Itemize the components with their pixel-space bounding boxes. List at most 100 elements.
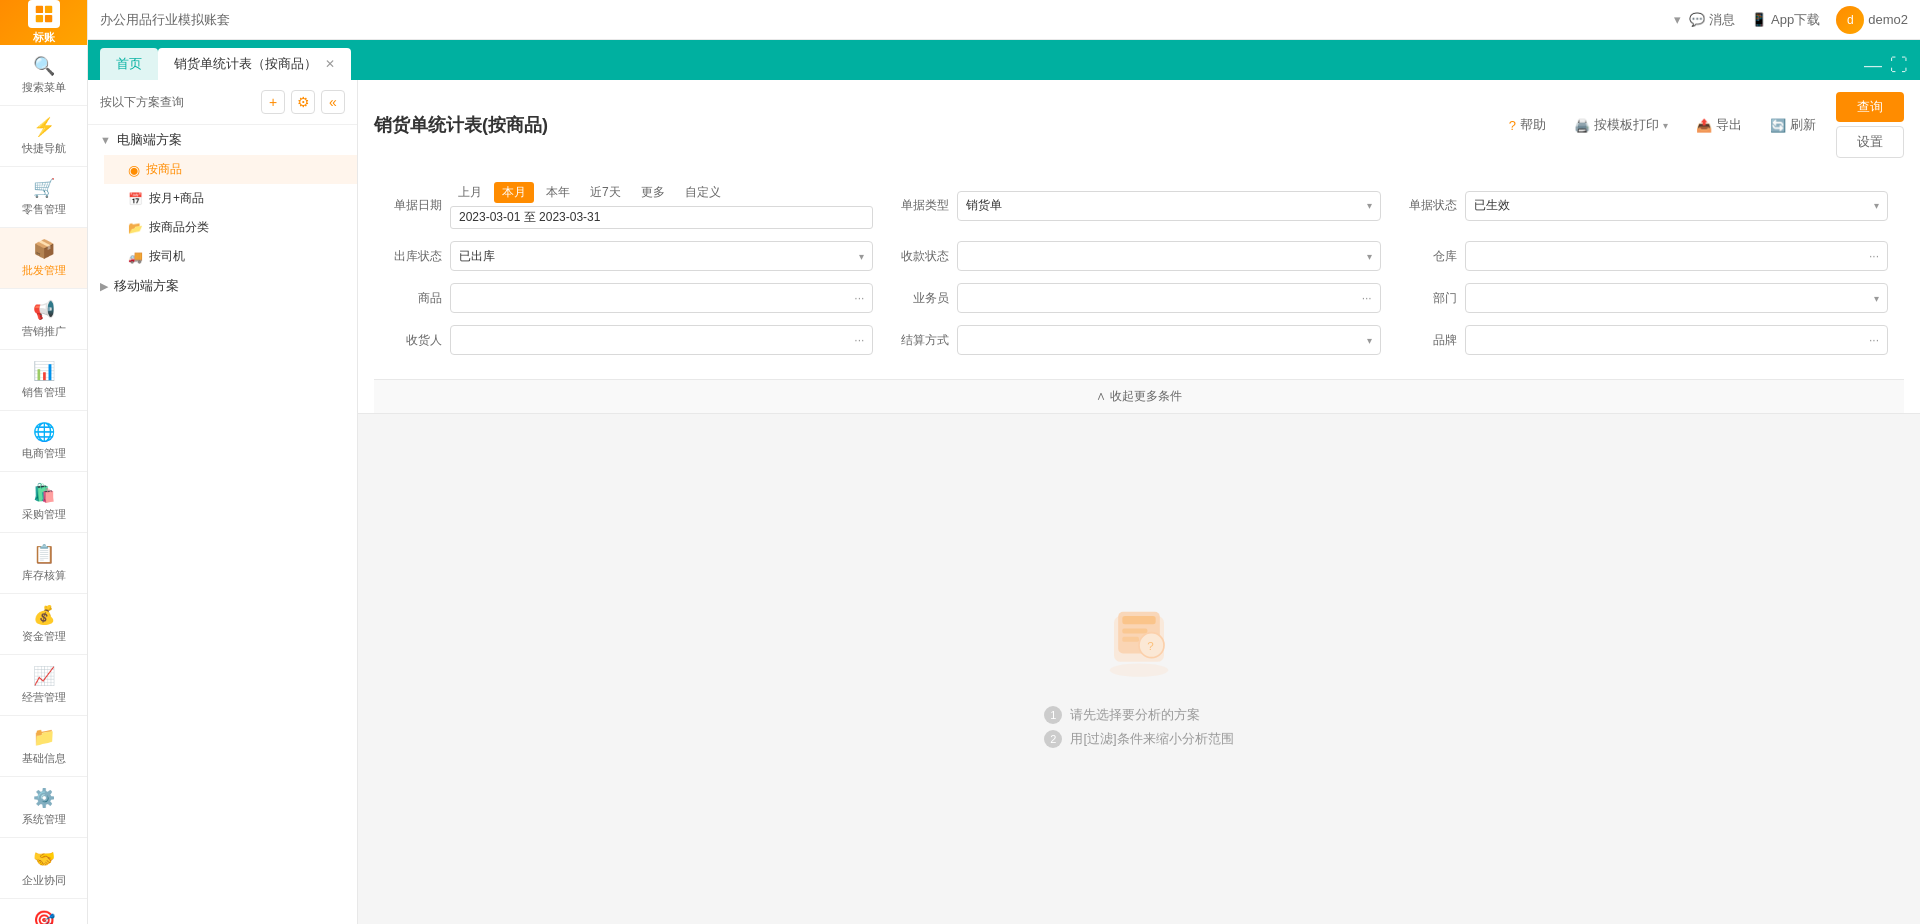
delivery-dropdown[interactable]: 已出库 ▾ xyxy=(450,241,873,271)
svg-rect-7 xyxy=(1122,616,1155,624)
tab-home-label: 首页 xyxy=(116,55,142,73)
warehouse-dots-icon[interactable]: ··· xyxy=(1869,249,1879,263)
warehouse-label: 仓库 xyxy=(1405,248,1465,265)
settings-button[interactable]: 设置 xyxy=(1836,126,1904,158)
printer-icon: 🚚 xyxy=(128,250,143,264)
tab-sales-stat[interactable]: 销货单统计表（按商品） ✕ xyxy=(158,48,351,80)
print-dropdown-icon: ▾ xyxy=(1663,120,1668,131)
print-button[interactable]: 🖨️ 按模板打印 ▾ xyxy=(1566,112,1676,138)
settings-scheme-button[interactable]: ⚙ xyxy=(291,90,315,114)
sidebar-item-system[interactable]: ⚙️ 系统管理 xyxy=(0,777,87,838)
goods-dots-icon[interactable]: ··· xyxy=(854,291,864,305)
add-scheme-button[interactable]: + xyxy=(261,90,285,114)
date-range-display[interactable]: 2023-03-01 至 2023-03-31 xyxy=(450,206,873,229)
dropdown-arrow-icon[interactable]: ▾ xyxy=(1674,12,1681,27)
topbar-actions: 💬 消息 📱 App下载 d demo2 xyxy=(1689,6,1908,34)
tree-item-by-goods[interactable]: ◉ 按商品 xyxy=(104,155,357,184)
app-download-button[interactable]: 📱 App下载 xyxy=(1751,11,1820,29)
empty-tip-2: 2 用[过滤]条件来缩小分析范围 xyxy=(1044,730,1233,748)
date-tab-7days[interactable]: 近7天 xyxy=(582,182,629,203)
sidebar-item-finance-label: 资金管理 xyxy=(22,629,66,644)
bill-status-dropdown[interactable]: 已生效 ▾ xyxy=(1465,191,1888,221)
filter-brand: 品牌 ··· xyxy=(1405,325,1888,355)
brand-dropdown[interactable]: ··· xyxy=(1465,325,1888,355)
tab-home[interactable]: 首页 xyxy=(100,48,158,80)
tree-item-by-goods-cat[interactable]: 📂 按商品分类 xyxy=(104,213,357,242)
refresh-button[interactable]: 🔄 刷新 xyxy=(1762,112,1824,138)
help-icon: ? xyxy=(1509,118,1516,133)
tip-text-2: 用[过滤]条件来缩小分析范围 xyxy=(1070,730,1233,748)
sidebar-item-marketing[interactable]: 📢 营销推广 xyxy=(0,289,87,350)
warehouse-dropdown[interactable]: ··· xyxy=(1465,241,1888,271)
staff-dots-icon[interactable]: ··· xyxy=(1362,291,1372,305)
tree-item-by-printer[interactable]: 🚚 按司机 xyxy=(104,242,357,271)
brand-dots-icon[interactable]: ··· xyxy=(1869,333,1879,347)
filter-area: 单据日期 上月 本月 本年 近7天 更多 自定义 20 xyxy=(374,170,1904,379)
sidebar-item-search-menu[interactable]: 🔍 搜索菜单 xyxy=(0,45,87,106)
staff-dropdown[interactable]: ··· xyxy=(957,283,1380,313)
dept-dropdown[interactable]: ▾ xyxy=(1465,283,1888,313)
payment-method-dropdown[interactable]: ▾ xyxy=(957,325,1380,355)
sidebar-item-wholesale-label: 批发管理 xyxy=(22,263,66,278)
svg-rect-9 xyxy=(1122,636,1139,641)
bill-type-dropdown[interactable]: 销货单 ▾ xyxy=(957,191,1380,221)
tip-num-2: 2 xyxy=(1044,730,1062,748)
receiver-dots-icon[interactable]: ··· xyxy=(854,333,864,347)
date-tab-this-year[interactable]: 本年 xyxy=(538,182,578,203)
filter-staff: 业务员 ··· xyxy=(897,283,1380,313)
payment-label: 收款状态 xyxy=(897,248,957,265)
filter-receiver: 收货人 ··· xyxy=(390,325,873,355)
sidebar-item-finance[interactable]: 💰 资金管理 xyxy=(0,594,87,655)
sidebar-item-retail[interactable]: 🛒 零售管理 xyxy=(0,167,87,228)
sidebar-item-ecommerce[interactable]: 🌐 电商管理 xyxy=(0,411,87,472)
receiver-dropdown[interactable]: ··· xyxy=(450,325,873,355)
finance-icon: 💰 xyxy=(33,604,55,626)
tree-mobile-section[interactable]: ▶ 移动端方案 xyxy=(88,271,357,301)
sidebar-item-purchase[interactable]: 🛍️ 采购管理 xyxy=(0,472,87,533)
svg-rect-2 xyxy=(35,15,42,22)
sidebar-item-guide[interactable]: 🎯 新手引导 xyxy=(0,899,87,924)
message-button[interactable]: 💬 消息 xyxy=(1689,11,1735,29)
filter-bill-status: 单据状态 已生效 ▾ xyxy=(1405,191,1888,221)
payment-method-label: 结算方式 xyxy=(897,332,957,349)
sidebar-item-coop[interactable]: 🤝 企业协同 xyxy=(0,838,87,899)
retail-icon: 🛒 xyxy=(33,177,55,199)
tree-pc-label: 电脑端方案 xyxy=(117,131,182,149)
collapse-label: ∧ 收起更多条件 xyxy=(1096,389,1181,403)
left-panel-header: 按以下方案查询 + ⚙ « xyxy=(88,80,357,125)
export-label: 导出 xyxy=(1716,116,1742,134)
sidebar-item-business[interactable]: 📈 经营管理 xyxy=(0,655,87,716)
tree-pc-section[interactable]: ▼ 电脑端方案 xyxy=(88,125,357,155)
date-tab-this-month[interactable]: 本月 xyxy=(494,182,534,203)
svg-point-4 xyxy=(1110,663,1168,676)
sidebar-item-sales[interactable]: 📊 销售管理 xyxy=(0,350,87,411)
tab-minimize-icon[interactable]: — xyxy=(1864,55,1882,76)
tabbar-actions: — ⛶ xyxy=(1864,55,1920,80)
sidebar-item-wholesale[interactable]: 📦 批发管理 xyxy=(0,228,87,289)
tab-close-icon[interactable]: ✕ xyxy=(325,57,335,71)
tab-maximize-icon[interactable]: ⛶ xyxy=(1890,55,1908,76)
sidebar-item-basic[interactable]: 📁 基础信息 xyxy=(0,716,87,777)
message-icon: 💬 xyxy=(1689,12,1705,27)
collapse-more-button[interactable]: ∧ 收起更多条件 xyxy=(374,379,1904,413)
collapse-panel-button[interactable]: « xyxy=(321,90,345,114)
goods-dropdown[interactable]: ··· xyxy=(450,283,873,313)
sidebar-item-ecommerce-label: 电商管理 xyxy=(22,446,66,461)
query-button[interactable]: 查询 xyxy=(1836,92,1904,122)
delivery-value: 已出库 xyxy=(459,248,495,265)
topbar: 办公用品行业模拟账套 ▾ 💬 消息 📱 App下载 d demo2 xyxy=(88,0,1920,40)
inventory-icon: 📋 xyxy=(33,543,55,565)
payment-dropdown[interactable]: ▾ xyxy=(957,241,1380,271)
date-tab-custom[interactable]: 自定义 xyxy=(677,182,729,203)
date-tab-last-month[interactable]: 上月 xyxy=(450,182,490,203)
empty-tips: 1 请先选择要分析的方案 2 用[过滤]条件来缩小分析范围 xyxy=(1044,706,1233,748)
tree-item-by-month-goods[interactable]: 📅 按月+商品 xyxy=(104,184,357,213)
sidebar-item-quick-nav[interactable]: ⚡ 快捷导航 xyxy=(0,106,87,167)
sidebar-item-inventory[interactable]: 📋 库存核算 xyxy=(0,533,87,594)
marketing-icon: 📢 xyxy=(33,299,55,321)
export-button[interactable]: 📤 导出 xyxy=(1688,112,1750,138)
help-button[interactable]: ? 帮助 xyxy=(1501,112,1554,138)
tip-text-1: 请先选择要分析的方案 xyxy=(1070,706,1200,724)
date-tab-more[interactable]: 更多 xyxy=(633,182,673,203)
user-avatar-button[interactable]: d demo2 xyxy=(1836,6,1908,34)
